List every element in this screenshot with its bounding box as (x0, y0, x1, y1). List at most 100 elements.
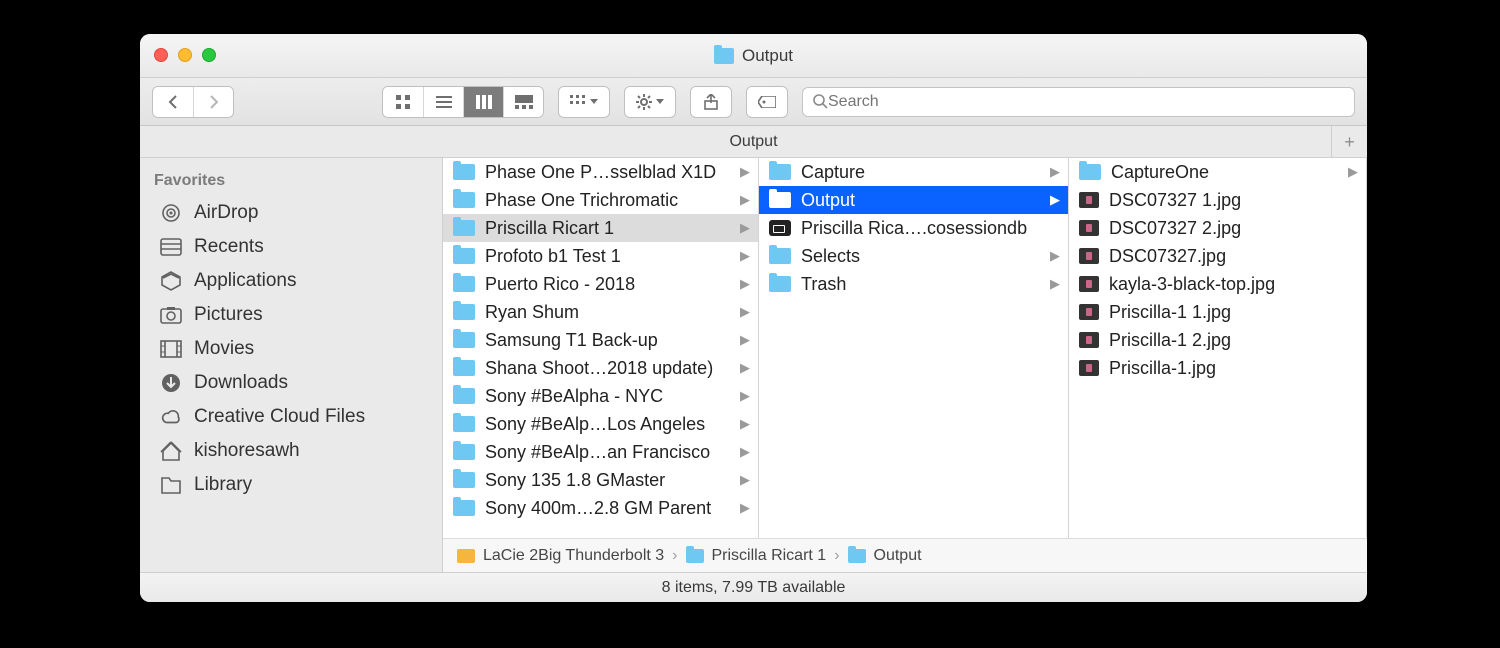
sidebar-item-home[interactable]: kishoresawh (140, 434, 442, 468)
gallery-view-button[interactable] (503, 87, 543, 117)
window-title-text: Output (742, 46, 793, 66)
file-label: DSC07327 1.jpg (1109, 190, 1358, 211)
folder-icon (686, 549, 704, 563)
creative-cloud-icon (160, 406, 182, 428)
window-controls (154, 48, 216, 62)
path-segment[interactable]: LaCie 2Big Thunderbolt 3 (483, 547, 664, 565)
chevron-right-icon: ▶ (740, 220, 750, 236)
arrange-button[interactable] (559, 87, 609, 117)
file-row[interactable]: Output▶ (759, 186, 1068, 214)
database-icon (769, 220, 791, 236)
file-label: Priscilla Rica….cosessiondb (801, 218, 1060, 239)
sidebar-item-library[interactable]: Library (140, 468, 442, 502)
file-row[interactable]: Selects▶ (759, 242, 1068, 270)
file-row[interactable]: Capture▶ (759, 158, 1068, 186)
file-row[interactable]: DSC07327 2.jpg (1069, 214, 1366, 242)
drive-icon (457, 549, 475, 563)
file-row[interactable]: Phase One P…sselblad X1D▶ (443, 158, 758, 186)
file-row[interactable]: Priscilla Ricart 1▶ (443, 214, 758, 242)
file-row[interactable]: DSC07327.jpg (1069, 242, 1366, 270)
icon-view-button[interactable] (383, 87, 423, 117)
file-row[interactable]: Samsung T1 Back-up▶ (443, 326, 758, 354)
sidebar-item-creative-cloud[interactable]: Creative Cloud Files (140, 400, 442, 434)
column-2[interactable]: Capture▶Output▶ Priscilla Rica….cosession… (759, 158, 1069, 572)
file-row[interactable]: Sony #BeAlpha - NYC▶ (443, 382, 758, 410)
minimize-button[interactable] (178, 48, 192, 62)
image-icon (1079, 304, 1099, 320)
file-label: Selects (801, 246, 1040, 267)
file-row[interactable]: kayla-3-black-top.jpg (1069, 270, 1366, 298)
file-row[interactable]: CaptureOne▶ (1069, 158, 1366, 186)
folder-icon (453, 500, 475, 516)
nav-group (152, 86, 234, 118)
movies-icon (160, 338, 182, 360)
file-row[interactable]: Priscilla-1.jpg (1069, 354, 1366, 382)
folder-icon (453, 360, 475, 376)
window-title: Output (714, 46, 793, 66)
file-row[interactable]: Shana Shoot…2018 update)▶ (443, 354, 758, 382)
file-label: DSC07327 2.jpg (1109, 218, 1358, 239)
pictures-icon (160, 304, 182, 326)
chevron-right-icon: ▶ (740, 248, 750, 264)
library-icon (160, 474, 182, 496)
maximize-button[interactable] (202, 48, 216, 62)
file-row[interactable]: Profoto b1 Test 1▶ (443, 242, 758, 270)
file-label: Priscilla-1.jpg (1109, 358, 1358, 379)
search-input[interactable] (828, 93, 1344, 111)
file-label: Puerto Rico - 2018 (485, 274, 730, 295)
folder-icon (848, 549, 866, 563)
sidebar: Favorites AirDropRecentsApplicationsPict… (140, 158, 443, 572)
file-row[interactable]: Priscilla-1 2.jpg (1069, 326, 1366, 354)
chevron-right-icon: ▶ (740, 472, 750, 488)
sidebar-item-applications[interactable]: Applications (140, 264, 442, 298)
action-button[interactable] (625, 87, 675, 117)
column-1[interactable]: Phase One P…sselblad X1D▶Phase One Trich… (443, 158, 759, 572)
file-row[interactable]: Sony #BeAlp…an Francisco▶ (443, 438, 758, 466)
tags-group (746, 86, 788, 118)
list-view-button[interactable] (423, 87, 463, 117)
folder-icon (453, 304, 475, 320)
sidebar-item-airdrop[interactable]: AirDrop (140, 196, 442, 230)
file-row[interactable]: Priscilla-1 1.jpg (1069, 298, 1366, 326)
new-tab-button[interactable]: + (1331, 126, 1367, 158)
close-button[interactable] (154, 48, 168, 62)
file-label: DSC07327.jpg (1109, 246, 1358, 267)
file-row[interactable]: Puerto Rico - 2018▶ (443, 270, 758, 298)
path-segment[interactable]: Priscilla Ricart 1 (712, 547, 827, 565)
image-icon (1079, 248, 1099, 264)
sidebar-item-label: Creative Cloud Files (194, 406, 365, 428)
folder-icon (453, 248, 475, 264)
file-label: CaptureOne (1111, 162, 1338, 183)
file-row[interactable]: Sony 135 1.8 GMaster ▶ (443, 466, 758, 494)
image-icon (1079, 220, 1099, 236)
column-view-button[interactable] (463, 87, 503, 117)
applications-icon (160, 270, 182, 292)
gear-icon (636, 94, 652, 110)
file-label: Sony 135 1.8 GMaster (485, 470, 730, 491)
file-label: Capture (801, 162, 1040, 183)
path-segment[interactable]: Output (874, 547, 922, 565)
chevron-right-icon: ▶ (740, 332, 750, 348)
file-row[interactable]: Phase One Trichromatic▶ (443, 186, 758, 214)
column-3[interactable]: CaptureOne▶ DSC07327 1.jpg DSC07327 2.jpg D… (1069, 158, 1367, 572)
file-row[interactable]: Sony 400m…2.8 GM Parent▶ (443, 494, 758, 522)
search-field[interactable] (802, 87, 1355, 117)
chevron-right-icon: ▶ (740, 444, 750, 460)
sidebar-item-recents[interactable]: Recents (140, 230, 442, 264)
sidebar-item-movies[interactable]: Movies (140, 332, 442, 366)
sidebar-item-downloads[interactable]: Downloads (140, 366, 442, 400)
sidebar-item-pictures[interactable]: Pictures (140, 298, 442, 332)
back-button[interactable] (153, 87, 193, 117)
file-row[interactable]: DSC07327 1.jpg (1069, 186, 1366, 214)
share-button[interactable] (691, 87, 731, 117)
forward-button[interactable] (193, 87, 233, 117)
image-icon (1079, 276, 1099, 292)
folder-icon (769, 276, 791, 292)
file-row[interactable]: Trash▶ (759, 270, 1068, 298)
tab-output[interactable]: Output (729, 133, 777, 151)
tags-button[interactable] (747, 87, 787, 117)
file-row[interactable]: Sony #BeAlp…Los Angeles▶ (443, 410, 758, 438)
chevron-right-icon: ▶ (740, 388, 750, 404)
file-row[interactable]: Ryan Shum▶ (443, 298, 758, 326)
file-row[interactable]: Priscilla Rica….cosessiondb (759, 214, 1068, 242)
